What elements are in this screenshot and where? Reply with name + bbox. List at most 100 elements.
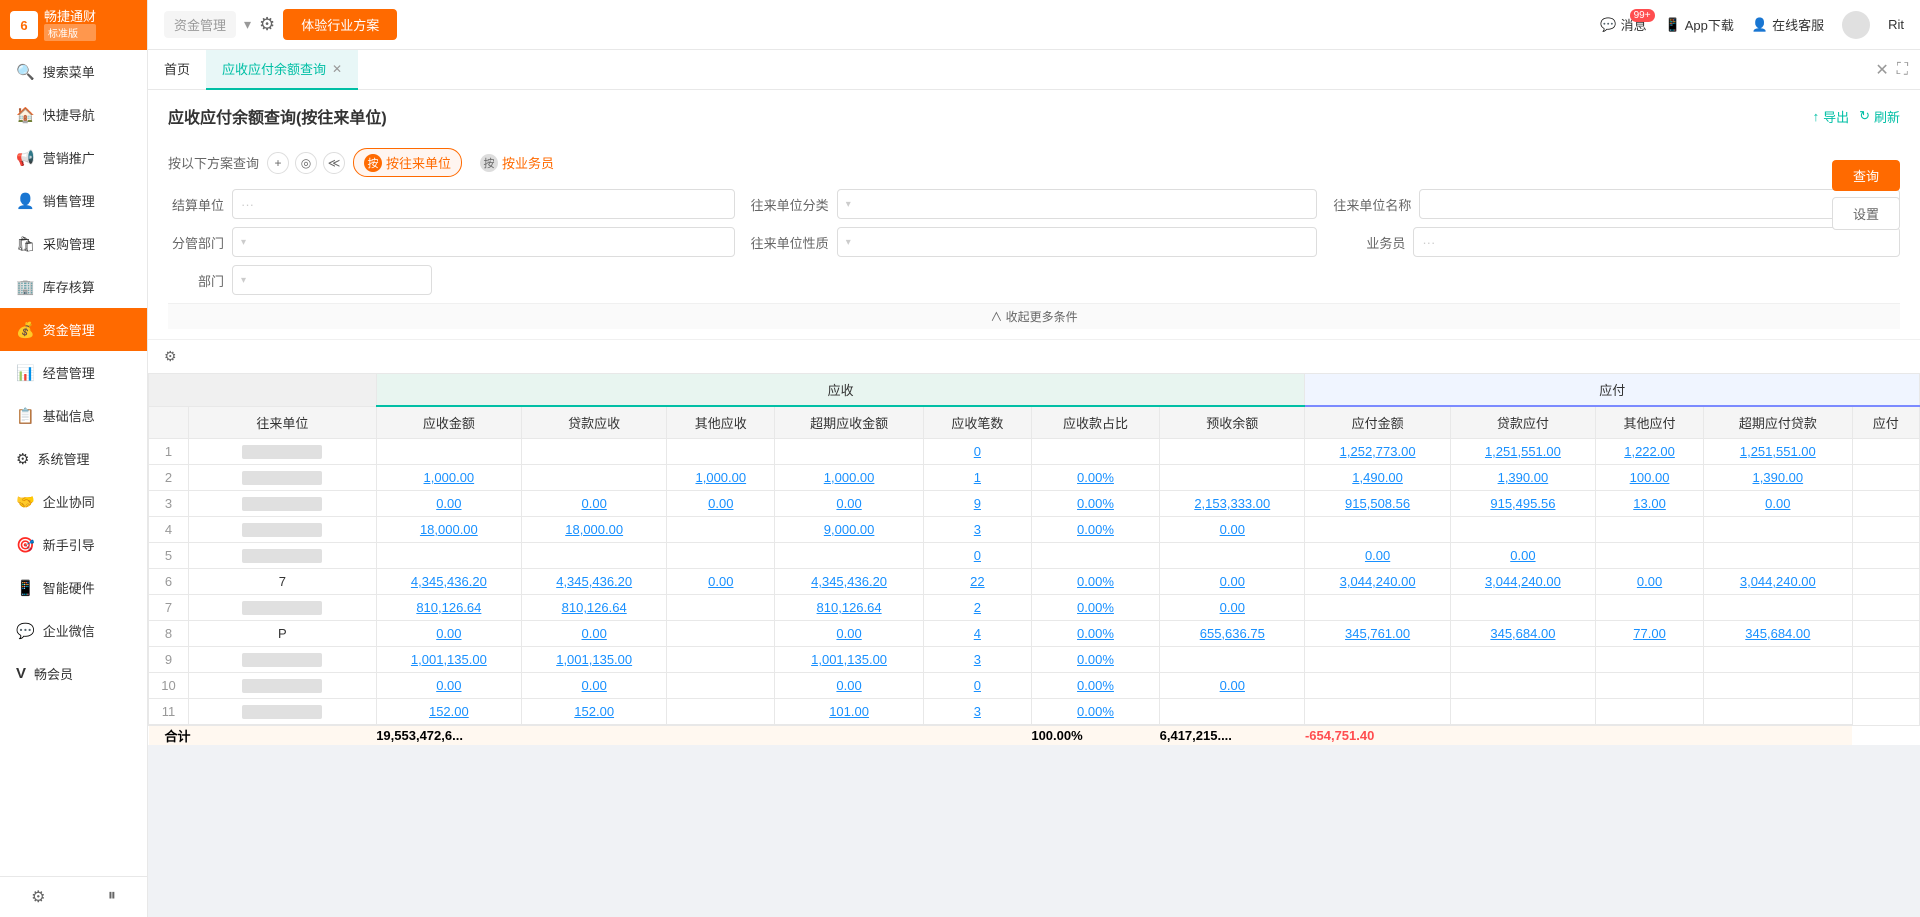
cell-ap_other[interactable] xyxy=(1596,595,1704,621)
cell-ar_amount[interactable]: 1,000.00 xyxy=(376,465,521,491)
cell-ar_other[interactable] xyxy=(667,517,775,543)
message-btn[interactable]: 💬 消息 99+ xyxy=(1600,15,1646,34)
tab-query[interactable]: 应收应付余额查询 ✕ xyxy=(206,50,358,90)
cell-ap_loan[interactable] xyxy=(1450,699,1595,726)
sidebar-item-finance[interactable]: 💰 资金管理 xyxy=(0,308,147,351)
cell-ap_extra[interactable] xyxy=(1852,543,1919,569)
cell-ap_loan[interactable] xyxy=(1450,517,1595,543)
cell-ar_overdue[interactable] xyxy=(775,439,924,465)
sidebar-item-wechat[interactable]: 💬 企业微信 xyxy=(0,609,147,652)
collapse-btn[interactable]: ∧ 收起更多条件 xyxy=(168,303,1900,329)
cell-ar_ratio[interactable] xyxy=(1031,543,1159,569)
filter-add-icon[interactable]: + xyxy=(267,152,289,174)
cell-ap_extra[interactable] xyxy=(1852,647,1919,673)
cell-ar_other[interactable]: 0.00 xyxy=(667,569,775,595)
cell-ap_overdue[interactable] xyxy=(1704,517,1853,543)
cell-ar_other[interactable] xyxy=(667,673,775,699)
tab-home[interactable]: 首页 xyxy=(148,50,206,90)
cell-ap_other[interactable] xyxy=(1596,517,1704,543)
cell-ar_other[interactable] xyxy=(667,595,775,621)
filter-input-partner-nature[interactable]: ▾ xyxy=(837,227,1318,257)
cell-ar_ratio[interactable]: 0.00% xyxy=(1031,673,1159,699)
cell-ap_amount[interactable]: 1,252,773.00 xyxy=(1305,439,1450,465)
sidebar-item-search[interactable]: 🔍 搜索菜单 xyxy=(0,50,147,93)
cell-ar_amount[interactable]: 152.00 xyxy=(376,699,521,726)
filter-input-settlement[interactable]: ··· xyxy=(232,189,735,219)
cell-ap_overdue[interactable] xyxy=(1704,543,1853,569)
sidebar-item-purchase[interactable]: 🛍 采购管理 xyxy=(0,222,147,265)
cell-ar_loan[interactable] xyxy=(522,439,667,465)
filter-input-salesperson[interactable]: ··· xyxy=(1413,227,1900,257)
filter-option-salesperson[interactable]: 按 按业务员 xyxy=(470,149,564,176)
cell-ar_ratio[interactable]: 0.00% xyxy=(1031,595,1159,621)
cell-ar_prepay[interactable] xyxy=(1160,543,1305,569)
cell-ar_loan[interactable]: 810,126.64 xyxy=(522,595,667,621)
settings-button[interactable]: 设置 xyxy=(1832,197,1900,230)
trial-btn[interactable]: 体验行业方案 xyxy=(283,9,397,40)
cell-ar_ratio[interactable] xyxy=(1031,439,1159,465)
cell-ar_count[interactable]: 0 xyxy=(923,439,1031,465)
cell-ap_overdue[interactable] xyxy=(1704,647,1853,673)
cell-ap_extra[interactable] xyxy=(1852,673,1919,699)
cell-ar_other[interactable] xyxy=(667,621,775,647)
cell-ap_other[interactable]: 13.00 xyxy=(1596,491,1704,517)
cell-ar_amount[interactable]: 810,126.64 xyxy=(376,595,521,621)
sidebar-item-inventory[interactable]: 🏢 库存核算 xyxy=(0,265,147,308)
cell-ap_overdue[interactable]: 3,044,240.00 xyxy=(1704,569,1853,595)
cell-ap_extra[interactable] xyxy=(1852,465,1919,491)
cell-ap_amount[interactable] xyxy=(1305,699,1450,726)
cell-ap_overdue[interactable]: 345,684.00 xyxy=(1704,621,1853,647)
cell-ar_amount[interactable]: 1,001,135.00 xyxy=(376,647,521,673)
cell-ar_loan[interactable]: 0.00 xyxy=(522,621,667,647)
cell-ar_count[interactable]: 3 xyxy=(923,517,1031,543)
cell-ar_prepay[interactable]: 0.00 xyxy=(1160,517,1305,543)
sidebar-item-hardware[interactable]: 📱 智能硬件 xyxy=(0,566,147,609)
cell-ar_count[interactable]: 1 xyxy=(923,465,1031,491)
cell-ap_loan[interactable]: 345,684.00 xyxy=(1450,621,1595,647)
cell-ar_other[interactable]: 0.00 xyxy=(667,491,775,517)
cell-ar_prepay[interactable]: 2,153,333.00 xyxy=(1160,491,1305,517)
filter-input-partner-name[interactable] xyxy=(1419,189,1900,219)
sidebar-item-member[interactable]: V 畅会员 xyxy=(0,652,147,695)
cell-ar_ratio[interactable]: 0.00% xyxy=(1031,569,1159,595)
sidebar-item-sales[interactable]: 👤 销售管理 xyxy=(0,179,147,222)
cell-ap_overdue[interactable]: 0.00 xyxy=(1704,491,1853,517)
cell-ap_other[interactable]: 77.00 xyxy=(1596,621,1704,647)
cell-ar_count[interactable]: 4 xyxy=(923,621,1031,647)
cell-ap_overdue[interactable] xyxy=(1704,699,1853,726)
cell-ar_overdue[interactable]: 9,000.00 xyxy=(775,517,924,543)
cell-ar_loan[interactable]: 0.00 xyxy=(522,491,667,517)
cell-ap_other[interactable]: 0.00 xyxy=(1596,569,1704,595)
cell-ar_loan[interactable]: 152.00 xyxy=(522,699,667,726)
cell-ar_count[interactable]: 9 xyxy=(923,491,1031,517)
filter-arrow-icon[interactable]: ≪ xyxy=(323,152,345,174)
sidebar-item-basic[interactable]: 📋 基础信息 xyxy=(0,394,147,437)
cell-ap_amount[interactable] xyxy=(1305,647,1450,673)
tabbar-close-btn[interactable]: ✕ xyxy=(1875,60,1888,80)
cell-ap_extra[interactable] xyxy=(1852,439,1919,465)
cell-ar_ratio[interactable]: 0.00% xyxy=(1031,517,1159,543)
cell-ar_amount[interactable]: 0.00 xyxy=(376,621,521,647)
cell-ap_extra[interactable] xyxy=(1852,517,1919,543)
cell-ap_loan[interactable] xyxy=(1450,647,1595,673)
cell-ap_other[interactable]: 100.00 xyxy=(1596,465,1704,491)
cell-ar_prepay[interactable]: 655,636.75 xyxy=(1160,621,1305,647)
cell-ar_loan[interactable]: 18,000.00 xyxy=(522,517,667,543)
cell-ar_ratio[interactable]: 0.00% xyxy=(1031,647,1159,673)
cell-ap_amount[interactable] xyxy=(1305,595,1450,621)
cell-ap_other[interactable] xyxy=(1596,543,1704,569)
cell-ap_extra[interactable] xyxy=(1852,491,1919,517)
cell-ar_overdue[interactable]: 0.00 xyxy=(775,491,924,517)
cell-ap_other[interactable] xyxy=(1596,647,1704,673)
cell-ar_count[interactable]: 22 xyxy=(923,569,1031,595)
cell-ap_amount[interactable] xyxy=(1305,673,1450,699)
cell-ar_prepay[interactable] xyxy=(1160,439,1305,465)
filter-input-dept[interactable]: ▾ xyxy=(232,227,735,257)
footer-ar-amount[interactable]: 19,553,472,6... xyxy=(376,725,521,745)
cell-ar_amount[interactable]: 4,345,436.20 xyxy=(376,569,521,595)
export-btn[interactable]: ↑ 导出 xyxy=(1813,107,1850,126)
refresh-btn[interactable]: ↻ 刷新 xyxy=(1859,107,1900,126)
cell-ar_overdue[interactable]: 810,126.64 xyxy=(775,595,924,621)
cell-ap_amount[interactable]: 1,490.00 xyxy=(1305,465,1450,491)
query-button[interactable]: 查询 xyxy=(1832,160,1900,191)
